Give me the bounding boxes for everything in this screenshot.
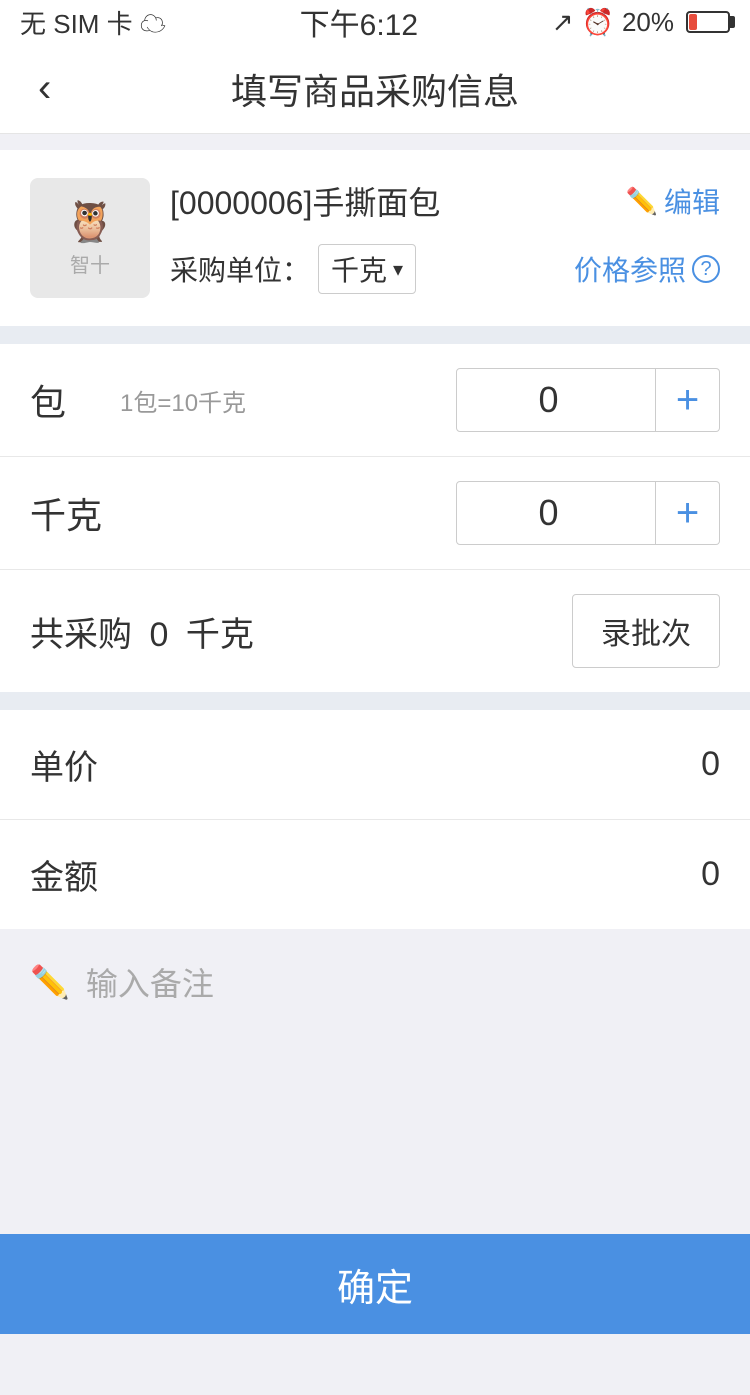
- edit-button[interactable]: ✏️ 编辑: [626, 181, 720, 221]
- edit-icon: ✏️: [626, 186, 658, 217]
- price-info-section: 单价 0 金额 0: [0, 710, 750, 929]
- total-unit: 千克: [186, 616, 254, 654]
- status-time: 下午6:12: [300, 0, 418, 44]
- back-button[interactable]: ‹: [28, 56, 61, 121]
- product-thumb-label: 智十: [70, 249, 110, 278]
- product-card: 🦉 智十 [0000006]手撕面包 ✏️ 编辑 采购单位： 千克 ▾: [0, 150, 750, 326]
- remark-placeholder: 输入备注: [86, 959, 214, 1005]
- product-info: [0000006]手撕面包 ✏️ 编辑 采购单位： 千克 ▾ 价格参照 ?: [170, 178, 720, 294]
- total-row: 共采购 0 千克 录批次: [0, 570, 750, 692]
- location-icon: ↗: [552, 7, 574, 38]
- edit-label: 编辑: [664, 181, 720, 221]
- batch-button[interactable]: 录批次: [572, 594, 720, 668]
- battery-percent: 20%: [622, 7, 674, 38]
- page-title: 填写商品采购信息: [231, 63, 519, 115]
- price-ref-label: 价格参照: [574, 249, 686, 289]
- bao-sublabel: 1包=10千克: [120, 383, 456, 418]
- kg-input-row: 千克 +: [0, 457, 750, 570]
- unit-select[interactable]: 千克 ▾: [318, 244, 416, 294]
- remark-section[interactable]: ✏️ 输入备注: [0, 929, 750, 1035]
- status-left: 无 SIM 卡 ☁: [20, 4, 166, 41]
- bao-plus-button[interactable]: +: [656, 368, 720, 432]
- bao-label: 包: [30, 374, 110, 426]
- confirm-button[interactable]: 确定: [0, 1234, 750, 1334]
- status-bar: 无 SIM 卡 ☁ 下午6:12 ↗ ⏰ 20%: [0, 0, 750, 44]
- amount-row: 金额 0: [0, 820, 750, 929]
- alarm-icon: ⏰: [582, 7, 614, 38]
- section-divider-1: [0, 326, 750, 344]
- price-label: 单价: [30, 740, 98, 789]
- product-name: [0000006]手撕面包: [170, 178, 440, 224]
- chevron-down-icon: ▾: [393, 257, 403, 282]
- price-value: 0: [701, 745, 720, 784]
- pencil-icon: ✏️: [30, 963, 70, 1001]
- bao-input[interactable]: [456, 368, 656, 432]
- amount-label: 金额: [30, 850, 98, 899]
- section-divider-2: [0, 692, 750, 710]
- bao-input-wrapper: +: [456, 368, 720, 432]
- total-text: 共采购 0 千克: [30, 607, 254, 656]
- kg-input[interactable]: [456, 481, 656, 545]
- unit-label: 采购单位：: [170, 249, 310, 289]
- total-prefix: 共采购: [30, 616, 132, 654]
- input-section: 包 1包=10千克 + 千克 +: [0, 344, 750, 570]
- product-thumbnail: 🦉 智十: [30, 178, 150, 298]
- bao-input-row: 包 1包=10千克 +: [0, 344, 750, 457]
- nav-bar: ‹ 填写商品采购信息: [0, 44, 750, 134]
- price-row: 单价 0: [0, 710, 750, 820]
- info-icon: ?: [692, 255, 720, 283]
- kg-plus-button[interactable]: +: [656, 481, 720, 545]
- kg-input-wrapper: +: [456, 481, 720, 545]
- product-owl-icon: 🦉: [65, 198, 115, 245]
- amount-value: 0: [701, 855, 720, 894]
- total-value: 0: [149, 616, 168, 654]
- unit-value: 千克: [331, 249, 387, 289]
- price-ref-button[interactable]: 价格参照 ?: [574, 249, 720, 289]
- battery-icon: [686, 11, 730, 33]
- kg-label: 千克: [30, 487, 110, 539]
- status-right: ↗ ⏰ 20%: [552, 7, 730, 38]
- sim-status: 无 SIM 卡 ☁: [20, 4, 166, 41]
